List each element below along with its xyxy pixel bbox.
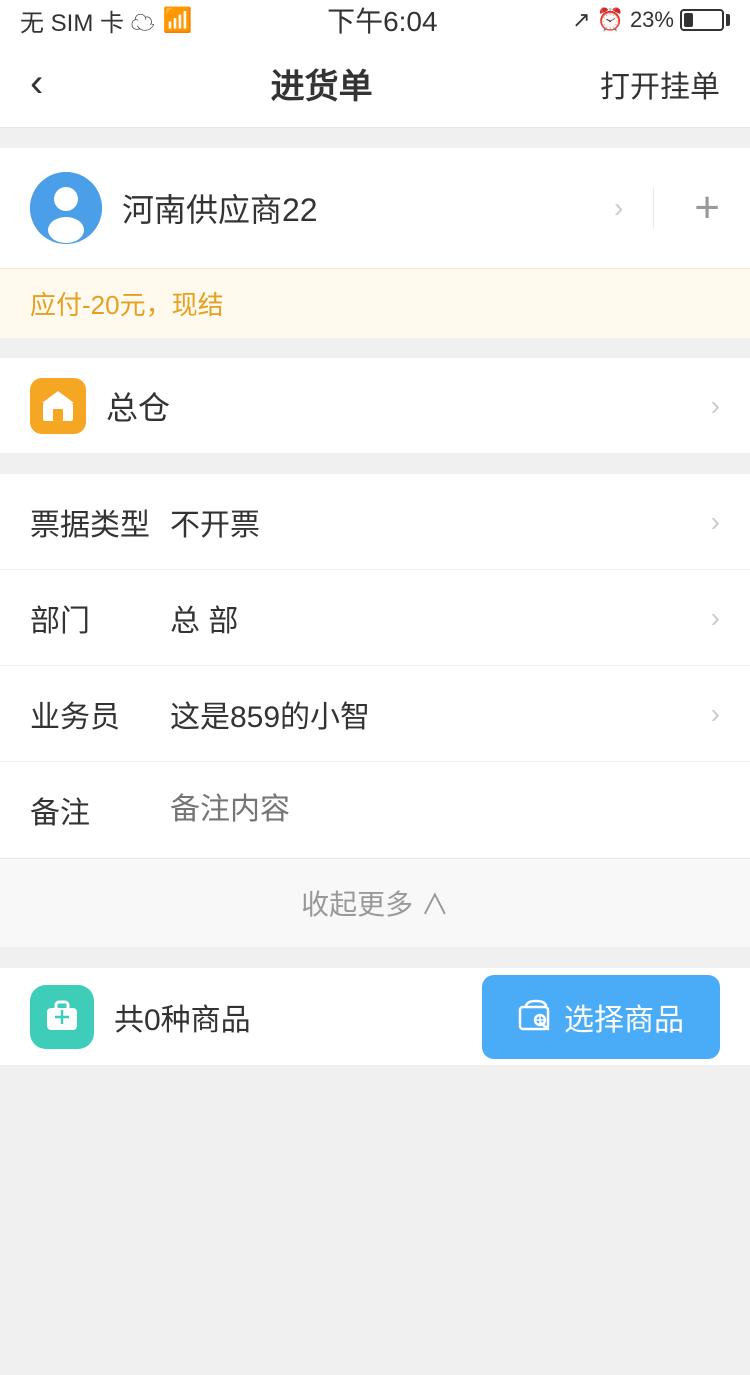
notes-row: 备注 <box>0 762 750 858</box>
warehouse-arrow-icon: › <box>711 390 720 422</box>
product-count-label: 共0种商品 <box>114 995 482 1039</box>
department-row[interactable]: 部门 总 部 › <box>0 570 750 666</box>
collapse-row[interactable]: 收起更多 ∧ <box>0 858 750 947</box>
notes-input[interactable] <box>170 793 720 827</box>
supplier-arrow-icon: › <box>614 192 623 224</box>
section-gap-2 <box>0 338 750 358</box>
avatar-svg <box>30 172 102 244</box>
invoice-type-row[interactable]: 票据类型 不开票 › <box>0 474 750 570</box>
department-value: 总 部 <box>170 596 711 640</box>
section-gap-1 <box>0 128 750 148</box>
salesperson-arrow-icon: › <box>711 698 720 730</box>
alert-text: 应付-20元，现结 <box>30 290 224 320</box>
warehouse-svg <box>41 389 75 423</box>
warehouse-name: 总仓 <box>106 383 711 429</box>
form-section: 票据类型 不开票 › 部门 总 部 › 业务员 这是859的小智 › 备注 <box>0 474 750 858</box>
invoice-type-arrow-icon: › <box>711 506 720 538</box>
product-svg <box>43 998 81 1036</box>
battery-label: 23% <box>630 7 674 33</box>
warehouse-icon <box>30 378 86 434</box>
select-product-button[interactable]: 选择商品 <box>482 975 720 1059</box>
select-product-icon <box>518 999 554 1035</box>
warehouse-row[interactable]: 总仓 › <box>0 358 750 454</box>
department-label: 部门 <box>30 596 170 640</box>
invoice-type-value: 不开票 <box>170 500 711 544</box>
bottom-gap <box>0 947 750 967</box>
supplier-name: 河南供应商22 <box>122 185 614 231</box>
section-gap-3 <box>0 454 750 474</box>
salesperson-row[interactable]: 业务员 这是859的小智 › <box>0 666 750 762</box>
collapse-label: 收起更多 ∧ <box>301 883 449 923</box>
status-left: 无 SIM 卡 ☁ 📶 <box>20 3 193 38</box>
salesperson-label: 业务员 <box>30 692 170 736</box>
supplier-divider <box>653 188 654 228</box>
alarm-icon: ⏰ <box>597 7 624 33</box>
select-product-label: 选择商品 <box>564 995 684 1039</box>
open-pending-button[interactable]: 打开挂单 <box>600 62 720 106</box>
bottom-bar: 共0种商品 选择商品 <box>0 967 750 1065</box>
notes-label: 备注 <box>30 788 170 832</box>
product-icon <box>30 985 94 1049</box>
supplier-section: 河南供应商22 › + 应付-20元，现结 <box>0 148 750 338</box>
alert-banner: 应付-20元，现结 <box>0 268 750 338</box>
page-title: 进货单 <box>271 59 373 108</box>
location-icon: ↗ <box>572 7 590 33</box>
background-fill <box>0 1065 750 1375</box>
warehouse-section: 总仓 › <box>0 358 750 454</box>
sim-label: 无 SIM 卡 ☁ <box>20 3 155 38</box>
battery-icon <box>680 9 730 31</box>
status-bar: 无 SIM 卡 ☁ 📶 下午6:04 ↗ ⏰ 23% <box>0 0 750 40</box>
supplier-avatar <box>30 172 102 244</box>
department-arrow-icon: › <box>711 602 720 634</box>
supplier-row[interactable]: 河南供应商22 › + <box>0 148 750 268</box>
status-time: 下午6:04 <box>327 0 438 40</box>
wifi-icon: 📶 <box>163 6 193 35</box>
nav-bar: ‹ 进货单 打开挂单 <box>0 40 750 128</box>
salesperson-value: 这是859的小智 <box>170 692 711 736</box>
status-right: ↗ ⏰ 23% <box>572 7 730 33</box>
invoice-type-label: 票据类型 <box>30 500 170 544</box>
back-button[interactable]: ‹ <box>30 61 43 106</box>
add-supplier-button[interactable]: + <box>694 183 720 233</box>
